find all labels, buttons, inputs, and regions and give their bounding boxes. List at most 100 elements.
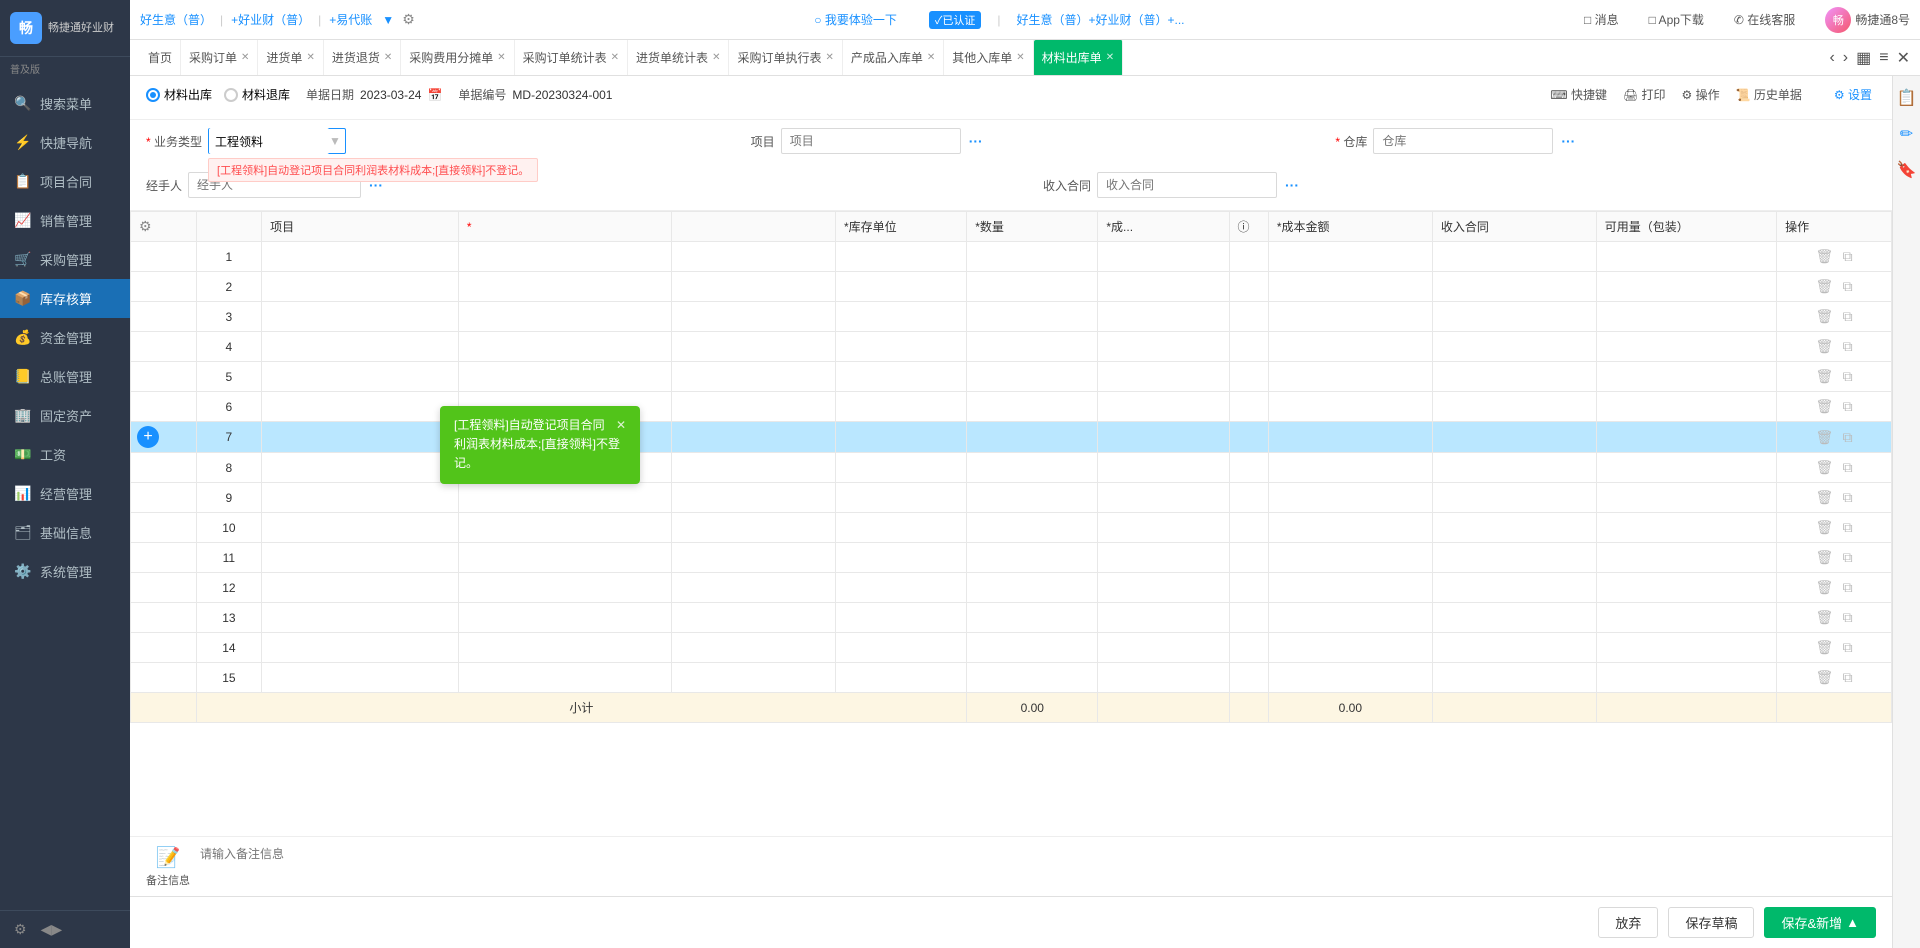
row-delete-btn-9[interactable]: 🗑 — [1813, 487, 1837, 508]
row-delete-btn-14[interactable]: 🗑 — [1813, 637, 1837, 658]
row-qty-cell-15[interactable] — [967, 663, 1098, 693]
row-copy-btn-1[interactable]: ⧉ — [1840, 246, 1856, 267]
tab-9[interactable]: 其他入库单✕ — [944, 40, 1033, 76]
row-spec-cell-12[interactable] — [672, 573, 836, 603]
row-item-cell-10[interactable] — [262, 513, 459, 543]
row-cost-cell-6[interactable] — [1098, 392, 1229, 422]
row-mat-cell-11[interactable] — [458, 543, 671, 573]
tab-close-3[interactable]: ✕ — [384, 52, 392, 63]
row-cost-cell-5[interactable] — [1098, 362, 1229, 392]
row-unit-cell-11[interactable] — [836, 543, 967, 573]
warehouse-dots-btn[interactable]: ··· — [1561, 133, 1575, 149]
row-item-cell-11[interactable] — [262, 543, 459, 573]
row-available-cell-13[interactable] — [1596, 603, 1776, 633]
row-cost-cell-2[interactable] — [1098, 272, 1229, 302]
row-item-cell-8[interactable] — [262, 453, 459, 483]
sidebar-item-operations[interactable]: 📊经营管理 — [0, 474, 130, 513]
row-unit-cell-10[interactable] — [836, 513, 967, 543]
row-income-cell-5[interactable] — [1432, 362, 1596, 392]
print-btn[interactable]: 🖨 打印 — [1619, 84, 1670, 105]
row-delete-btn-8[interactable]: 🗑 — [1813, 457, 1837, 478]
row-mat-cell-12[interactable] — [458, 573, 671, 603]
row-spec-cell-3[interactable] — [672, 302, 836, 332]
row-copy-btn-3[interactable]: ⧉ — [1840, 306, 1856, 327]
tab-8[interactable]: 产成品入库单✕ — [843, 40, 944, 76]
row-qty-cell-5[interactable] — [967, 362, 1098, 392]
row-available-cell-2[interactable] — [1596, 272, 1776, 302]
row-unit-cell-6[interactable] — [836, 392, 967, 422]
row-costamt-cell-1[interactable] — [1268, 242, 1432, 272]
row-unit-cell-13[interactable] — [836, 603, 967, 633]
save-draft-button[interactable]: 保存草稿 — [1668, 907, 1754, 938]
row-delete-btn-10[interactable]: 🗑 — [1813, 517, 1837, 538]
row-cost-cell-15[interactable] — [1098, 663, 1229, 693]
row-cost-cell-1[interactable] — [1098, 242, 1229, 272]
row-mat-cell-15[interactable] — [458, 663, 671, 693]
sidebar-item-sales[interactable]: 📈销售管理 — [0, 201, 130, 240]
biz-type-input[interactable] — [209, 128, 329, 154]
row-available-cell-7[interactable] — [1596, 422, 1776, 453]
radio-material-out[interactable]: 材料出库 — [146, 86, 212, 103]
tab-prev-btn[interactable]: ‹ — [1829, 49, 1834, 67]
row-available-cell-1[interactable] — [1596, 242, 1776, 272]
row-delete-btn-1[interactable]: 🗑 — [1813, 246, 1837, 267]
row-income-cell-2[interactable] — [1432, 272, 1596, 302]
row-qty-cell-10[interactable] — [967, 513, 1098, 543]
row-spec-cell-9[interactable] — [672, 483, 836, 513]
row-unit-cell-7[interactable] — [836, 422, 967, 453]
tab-close-2[interactable]: ✕ — [306, 52, 314, 63]
row-item-cell-2[interactable] — [262, 272, 459, 302]
tab-5[interactable]: 采购订单统计表✕ — [515, 40, 628, 76]
row-spec-cell-13[interactable] — [672, 603, 836, 633]
row-copy-btn-6[interactable]: ⧉ — [1840, 396, 1856, 417]
row-income-cell-10[interactable] — [1432, 513, 1596, 543]
tab-list-view-btn[interactable]: ≡ — [1879, 49, 1888, 67]
save-new-button[interactable]: 保存&新增 ▲ — [1764, 907, 1876, 938]
row-mat-cell-4[interactable] — [458, 332, 671, 362]
sidebar-item-shortcuts[interactable]: ⚡快捷导航 — [0, 123, 130, 162]
row-available-cell-8[interactable] — [1596, 453, 1776, 483]
row-unit-cell-15[interactable] — [836, 663, 967, 693]
row-qty-cell-14[interactable] — [967, 633, 1098, 663]
row-mat-cell-3[interactable] — [458, 302, 671, 332]
row-delete-btn-5[interactable]: 🗑 — [1813, 366, 1837, 387]
message-btn[interactable]: □ 消息 — [1584, 11, 1619, 28]
row-copy-btn-14[interactable]: ⧉ — [1840, 637, 1856, 658]
row-spec-cell-10[interactable] — [672, 513, 836, 543]
sidebar-item-inventory[interactable]: 📦库存核算 — [0, 279, 130, 318]
row-qty-cell-7[interactable] — [967, 422, 1098, 453]
tab-close-6[interactable]: ✕ — [712, 52, 720, 63]
row-copy-btn-13[interactable]: ⧉ — [1840, 607, 1856, 628]
tooltip-close-btn[interactable]: ✕ — [616, 416, 626, 435]
row-income-cell-15[interactable] — [1432, 663, 1596, 693]
row-copy-btn-9[interactable]: ⧉ — [1840, 487, 1856, 508]
row-item-cell-3[interactable] — [262, 302, 459, 332]
banner-link-1[interactable]: 好生意（普） — [140, 11, 212, 28]
row-item-input-7[interactable] — [268, 430, 452, 444]
tab-close-1[interactable]: ✕ — [241, 52, 249, 63]
row-cost-cell-8[interactable] — [1098, 453, 1229, 483]
row-income-cell-9[interactable] — [1432, 483, 1596, 513]
row-mat-cell-10[interactable] — [458, 513, 671, 543]
app-download-btn[interactable]: □ App下载 — [1649, 11, 1704, 28]
row-cost-cell-7[interactable] — [1098, 422, 1229, 453]
tab-close-all-btn[interactable]: ✕ — [1897, 48, 1910, 68]
operate-btn[interactable]: ⚙ 操作 — [1678, 84, 1724, 105]
row-qty-cell-6[interactable] — [967, 392, 1098, 422]
row-costamt-cell-4[interactable] — [1268, 332, 1432, 362]
row-copy-btn-12[interactable]: ⧉ — [1840, 577, 1856, 598]
row-spec-cell-14[interactable] — [672, 633, 836, 663]
row-costamt-cell-13[interactable] — [1268, 603, 1432, 633]
row-costamt-cell-2[interactable] — [1268, 272, 1432, 302]
row-copy-btn-8[interactable]: ⧉ — [1840, 457, 1856, 478]
project-input[interactable] — [781, 128, 961, 154]
row-income-cell-14[interactable] — [1432, 633, 1596, 663]
history-btn[interactable]: 📜 历史单据 — [1732, 84, 1806, 105]
tab-close-8[interactable]: ✕ — [927, 52, 935, 63]
row-copy-btn-4[interactable]: ⧉ — [1840, 336, 1856, 357]
row-unit-cell-14[interactable] — [836, 633, 967, 663]
row-spec-cell-11[interactable] — [672, 543, 836, 573]
row-available-cell-9[interactable] — [1596, 483, 1776, 513]
row-costamt-cell-9[interactable] — [1268, 483, 1432, 513]
row-available-cell-6[interactable] — [1596, 392, 1776, 422]
